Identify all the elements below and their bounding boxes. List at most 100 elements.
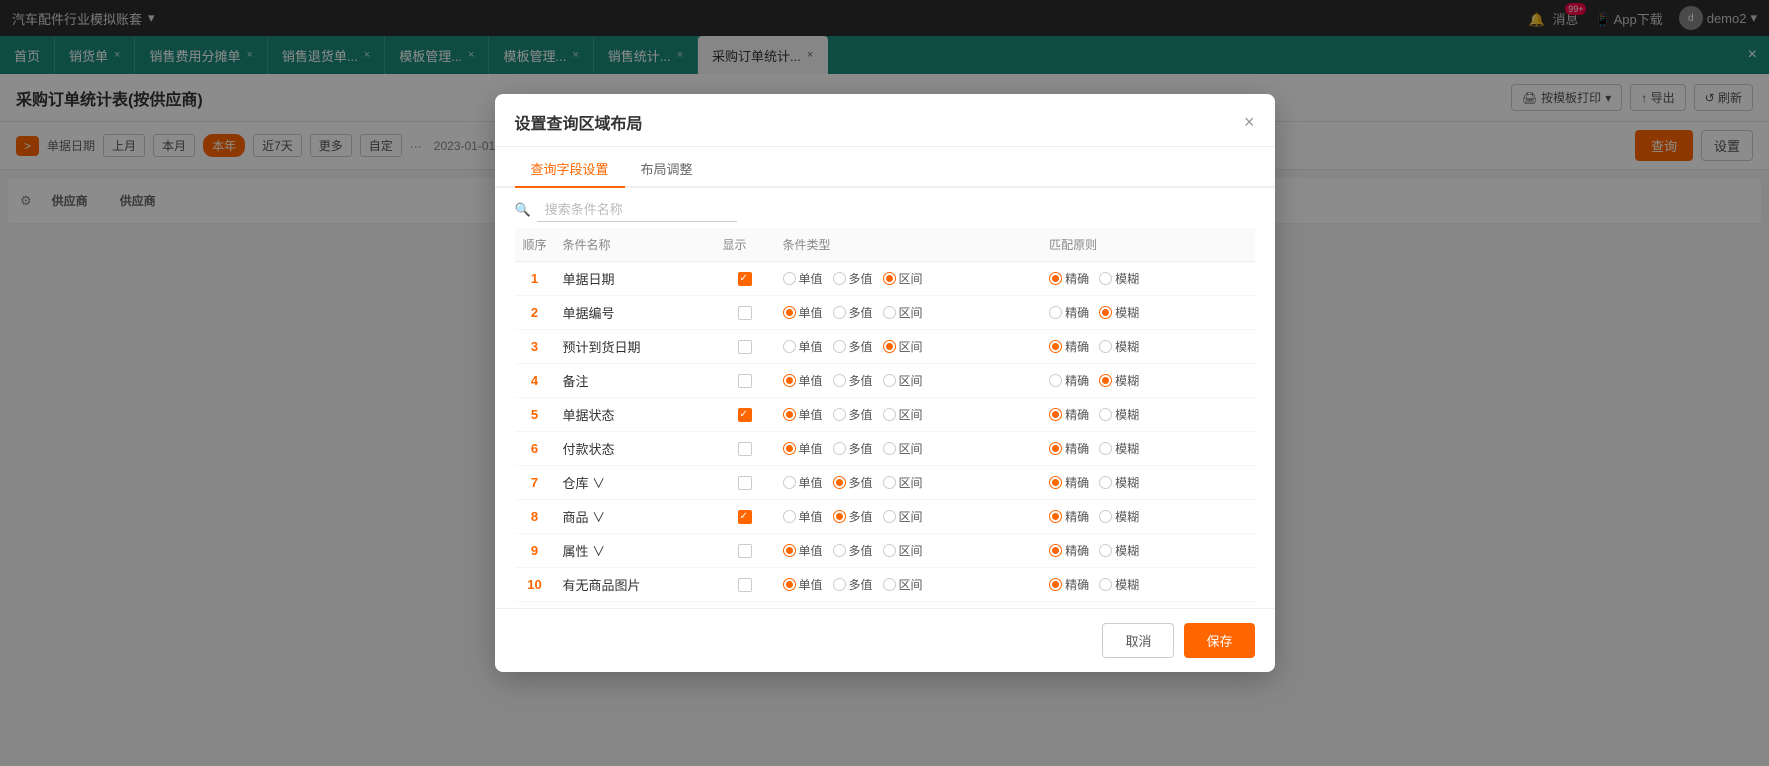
match-radio-match_exact[interactable]: 精确 bbox=[1049, 338, 1089, 355]
modal-tab-layout[interactable]: 布局调整 bbox=[625, 151, 709, 188]
type-radio-type_single[interactable]: 单值 bbox=[783, 508, 823, 525]
col-match-header: 匹配原则 bbox=[1041, 228, 1254, 262]
type-radio-type_single[interactable]: 单值 bbox=[783, 270, 823, 287]
type-radio-type_single[interactable]: 单值 bbox=[783, 474, 823, 491]
match-radio-match_exact[interactable]: 精确 bbox=[1049, 474, 1089, 491]
type-radio-type_multi[interactable]: 多值 bbox=[833, 440, 873, 457]
modal-search-input[interactable] bbox=[537, 198, 737, 222]
cell-name: 仓库 ∨ bbox=[555, 466, 715, 500]
match-radio-match_fuzzy[interactable]: 模糊 bbox=[1099, 270, 1139, 287]
cell-display bbox=[715, 500, 775, 534]
radio-dot bbox=[1099, 408, 1112, 421]
match-radio-match_fuzzy[interactable]: 模糊 bbox=[1099, 338, 1139, 355]
modal-close-btn[interactable]: × bbox=[1244, 113, 1255, 131]
display-checkbox[interactable] bbox=[738, 476, 752, 490]
table-row: 3预计到货日期单值多值区间精确模糊 bbox=[515, 330, 1255, 364]
radio-label: 模糊 bbox=[1115, 270, 1139, 287]
modal-search-area: 🔍 bbox=[495, 188, 1275, 228]
match-radio-match_exact[interactable]: 精确 bbox=[1049, 372, 1089, 389]
match-radio-match_fuzzy[interactable]: 模糊 bbox=[1099, 474, 1139, 491]
type-radio-type_range[interactable]: 区间 bbox=[883, 372, 923, 389]
radio-dot bbox=[1049, 476, 1062, 489]
type-radio-type_multi[interactable]: 多值 bbox=[833, 542, 873, 559]
display-checkbox[interactable] bbox=[738, 544, 752, 558]
match-radio-match_exact[interactable]: 精确 bbox=[1049, 440, 1089, 457]
match-radio-match_fuzzy[interactable]: 模糊 bbox=[1099, 576, 1139, 593]
radio-label: 模糊 bbox=[1115, 542, 1139, 559]
match-radio-match_exact[interactable]: 精确 bbox=[1049, 508, 1089, 525]
radio-dot bbox=[783, 340, 796, 353]
display-checkbox[interactable] bbox=[738, 408, 752, 422]
match-radio-match_exact[interactable]: 精确 bbox=[1049, 542, 1089, 559]
cancel-btn[interactable]: 取消 bbox=[1102, 623, 1174, 658]
type-radio-type_single[interactable]: 单值 bbox=[783, 440, 823, 457]
cell-match: 精确模糊 bbox=[1041, 602, 1254, 609]
type-radio-type_multi[interactable]: 多值 bbox=[833, 508, 873, 525]
type-radio-type_single[interactable]: 单值 bbox=[783, 406, 823, 423]
type-radio-type_multi[interactable]: 多值 bbox=[833, 304, 873, 321]
table-row: 10有无商品图片单值多值区间精确模糊 bbox=[515, 568, 1255, 602]
display-checkbox[interactable] bbox=[738, 442, 752, 456]
type-radio-type_range[interactable]: 区间 bbox=[883, 542, 923, 559]
type-radio-type_range[interactable]: 区间 bbox=[883, 508, 923, 525]
match-radio-match_fuzzy[interactable]: 模糊 bbox=[1099, 508, 1139, 525]
display-checkbox[interactable] bbox=[738, 578, 752, 592]
save-btn[interactable]: 保存 bbox=[1184, 623, 1254, 658]
radio-dot bbox=[783, 272, 796, 285]
type-radio-type_range[interactable]: 区间 bbox=[883, 474, 923, 491]
radio-label: 多值 bbox=[849, 576, 873, 593]
cell-match: 精确模糊 bbox=[1041, 568, 1254, 602]
type-radio-type_multi[interactable]: 多值 bbox=[833, 576, 873, 593]
type-radio-type_single[interactable]: 单值 bbox=[783, 338, 823, 355]
display-checkbox[interactable] bbox=[738, 306, 752, 320]
radio-label: 单值 bbox=[799, 304, 823, 321]
display-checkbox[interactable] bbox=[738, 340, 752, 354]
radio-dot bbox=[883, 442, 896, 455]
col-display-header: 显示 bbox=[715, 228, 775, 262]
radio-dot bbox=[833, 510, 846, 523]
match-radio-match_exact[interactable]: 精确 bbox=[1049, 304, 1089, 321]
radio-dot bbox=[1099, 340, 1112, 353]
match-radio-match_exact[interactable]: 精确 bbox=[1049, 406, 1089, 423]
match-radio-match_exact[interactable]: 精确 bbox=[1049, 270, 1089, 287]
cell-type: 单值多值区间 bbox=[775, 296, 1042, 330]
type-radio-type_range[interactable]: 区间 bbox=[883, 440, 923, 457]
type-radio-type_multi[interactable]: 多值 bbox=[833, 372, 873, 389]
table-row: 9属性 ∨单值多值区间精确模糊 bbox=[515, 534, 1255, 568]
display-checkbox[interactable] bbox=[738, 374, 752, 388]
cell-type: 单值多值区间 bbox=[775, 330, 1042, 364]
radio-dot bbox=[1099, 476, 1112, 489]
display-checkbox[interactable] bbox=[738, 510, 752, 524]
type-radio-type_range[interactable]: 区间 bbox=[883, 338, 923, 355]
type-radio-type_range[interactable]: 区间 bbox=[883, 576, 923, 593]
type-radio-type_range[interactable]: 区间 bbox=[883, 406, 923, 423]
match-radio-match_fuzzy[interactable]: 模糊 bbox=[1099, 406, 1139, 423]
type-radio-type_multi[interactable]: 多值 bbox=[833, 270, 873, 287]
match-radio-match_fuzzy[interactable]: 模糊 bbox=[1099, 372, 1139, 389]
radio-label: 区间 bbox=[899, 270, 923, 287]
cell-match: 精确模糊 bbox=[1041, 466, 1254, 500]
type-radio-type_single[interactable]: 单值 bbox=[783, 304, 823, 321]
type-radio-type_multi[interactable]: 多值 bbox=[833, 474, 873, 491]
radio-dot bbox=[1099, 374, 1112, 387]
radio-label: 精确 bbox=[1065, 270, 1089, 287]
radio-dot bbox=[783, 578, 796, 591]
match-radio-match_fuzzy[interactable]: 模糊 bbox=[1099, 440, 1139, 457]
type-radio-type_single[interactable]: 单值 bbox=[783, 542, 823, 559]
radio-label: 精确 bbox=[1065, 338, 1089, 355]
match-radio-match_exact[interactable]: 精确 bbox=[1049, 576, 1089, 593]
type-radio-type_single[interactable]: 单值 bbox=[783, 576, 823, 593]
cell-match: 精确模糊 bbox=[1041, 500, 1254, 534]
type-radio-type_single[interactable]: 单值 bbox=[783, 372, 823, 389]
match-radio-match_fuzzy[interactable]: 模糊 bbox=[1099, 304, 1139, 321]
type-radio-type_multi[interactable]: 多值 bbox=[833, 338, 873, 355]
cell-type: 单值多值 区间 bbox=[775, 262, 1042, 296]
type-radio-type_range[interactable]: 区间 bbox=[883, 270, 923, 287]
radio-label: 精确 bbox=[1065, 576, 1089, 593]
display-checkbox[interactable] bbox=[738, 272, 752, 286]
type-radio-type_range[interactable]: 区间 bbox=[883, 304, 923, 321]
modal-tab-query-fields[interactable]: 查询字段设置 bbox=[515, 151, 625, 188]
type-radio-type_multi[interactable]: 多值 bbox=[833, 406, 873, 423]
cell-order: 7 bbox=[515, 466, 555, 500]
match-radio-match_fuzzy[interactable]: 模糊 bbox=[1099, 542, 1139, 559]
